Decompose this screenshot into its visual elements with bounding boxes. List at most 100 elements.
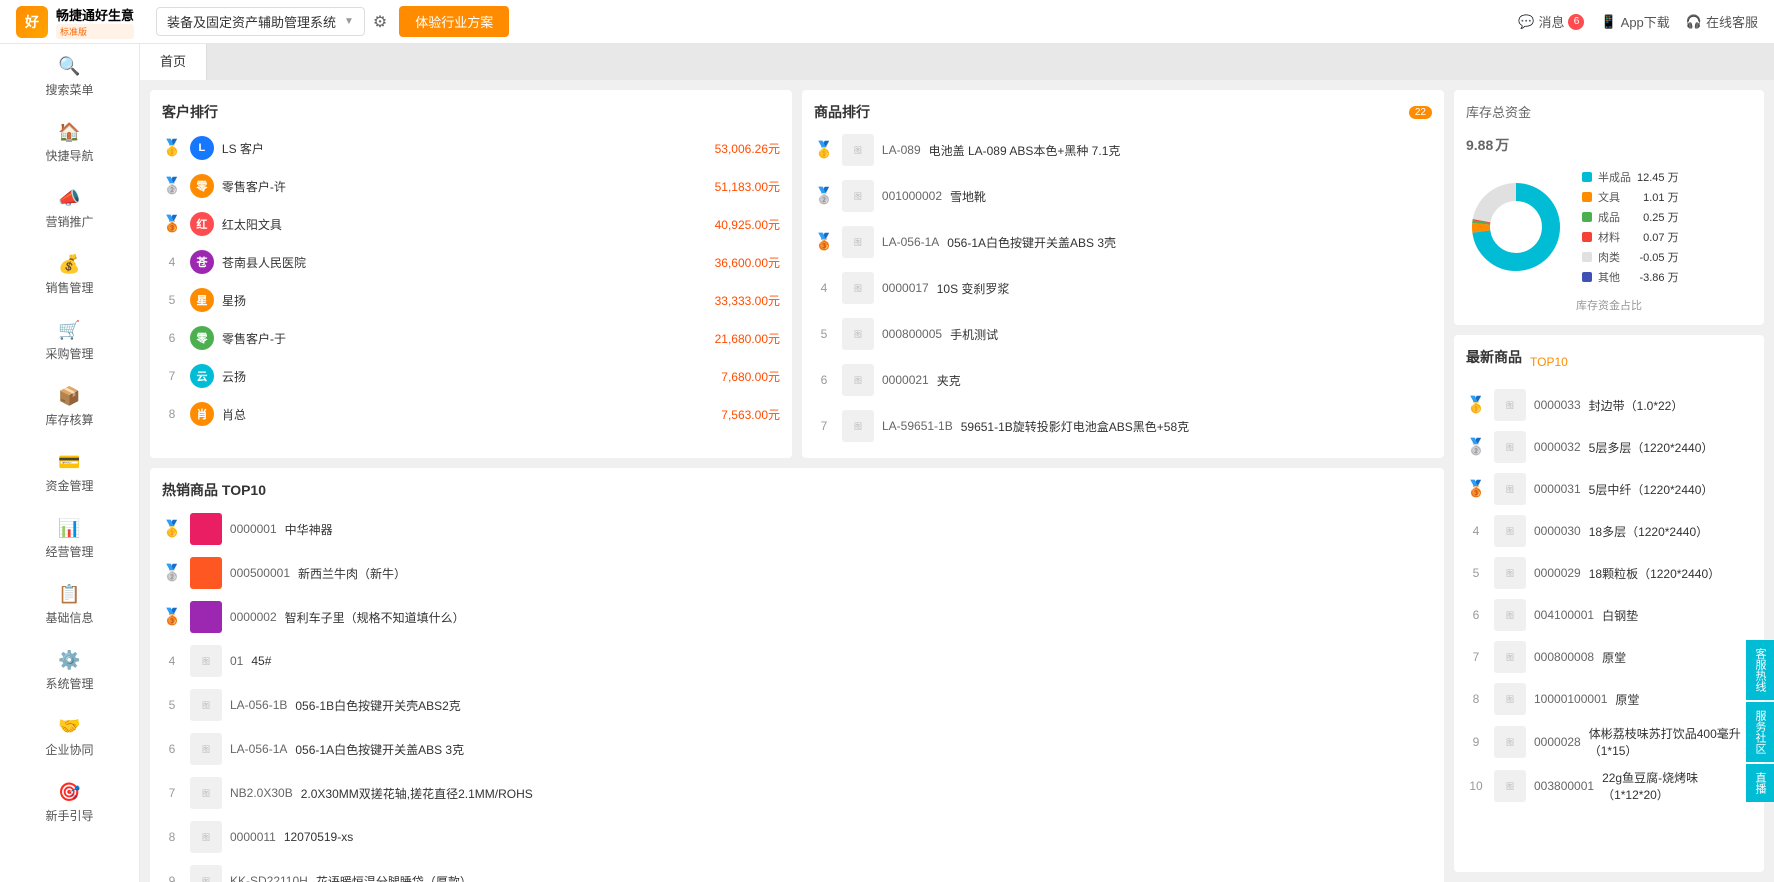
product-name: 原堂	[1615, 691, 1752, 708]
product-name: 10S 变刹罗浆	[937, 280, 1432, 297]
settings-icon[interactable]: ⚙	[373, 12, 387, 32]
product-rank-item: 🥉 图 LA-056-1A 056-1A白色按键开关盖ABS 3壳	[814, 222, 1432, 262]
medal-icon: 🥈	[1466, 437, 1486, 457]
product-thumbnail: 图	[190, 777, 222, 809]
cs-widget: 客服热线 服务社区 直播	[1746, 640, 1774, 802]
sidebar-item-经营管理[interactable]: 📊 经营管理	[0, 506, 139, 572]
customer-avatar: 零	[190, 174, 214, 198]
product-name: 18颗粒板（1220*2440）	[1589, 565, 1752, 582]
new-product-item: 4 图 0000030 18多层（1220*2440）	[1466, 513, 1752, 549]
product-image: 图	[1494, 473, 1526, 505]
product-rank-list: 🥇 图 LA-089 电池盖 LA-089 ABS本色+黑种 7.1克🥈 图 0…	[814, 130, 1432, 446]
sidebar-item-系统管理[interactable]: ⚙️ 系统管理	[0, 638, 139, 704]
product-thumbnail	[190, 557, 222, 589]
inventory-legend: 半成品 12.45 万 文具 1.01 万 成品 0.25 万 材料 0.07 …	[1582, 169, 1679, 285]
sidebar-label: 采购管理	[45, 345, 93, 362]
product-thumbnail: 图	[190, 733, 222, 765]
rank-number: 8	[162, 830, 182, 844]
sidebar-item-快捷导航[interactable]: 🏠 快捷导航	[0, 110, 139, 176]
new-products-panel: 最新商品 TOP10 🥇 图 0000033 封边带（1.0*22）🥈 图 00…	[1454, 335, 1764, 872]
hot-product-item: 7 图 NB2.0X30B 2.0X30MM双搓花轴,搓花直径2.1MM/ROH…	[162, 774, 1432, 812]
new-product-item: 10 图 003800001 22g鱼豆腐-烧烤味（1*12*20）	[1466, 767, 1752, 805]
messages-button[interactable]: 💬 消息 6	[1518, 12, 1584, 31]
customer-avatar: 苍	[190, 250, 214, 274]
product-thumbnail: 图	[190, 821, 222, 853]
product-image: 图	[1494, 389, 1526, 421]
product-code: 0000029	[1534, 566, 1581, 580]
sidebar-item-基础信息[interactable]: 📋 基础信息	[0, 572, 139, 638]
sidebar-icon: 📊	[58, 518, 80, 539]
legend-value: -0.05 万	[1639, 249, 1678, 265]
customer-avatar: L	[190, 136, 214, 160]
mobile-icon: 📱	[1600, 14, 1616, 30]
content-scroll: 客户排行 🥇 L LS 客户 53,006.26元🥈 零 零售客户-许 51,1…	[140, 80, 1774, 882]
rank-number: 4	[162, 654, 182, 668]
headset-icon: 🎧	[1686, 14, 1702, 30]
rank-number: 8	[162, 407, 182, 421]
sidebar-item-库存核算[interactable]: 📦 库存核算	[0, 374, 139, 440]
legend-label: 其他	[1598, 269, 1633, 285]
sidebar-item-企业协同[interactable]: 🤝 企业协同	[0, 704, 139, 770]
legend-color-swatch	[1582, 272, 1592, 282]
rank-number: 6	[162, 742, 182, 756]
product-name: 18多层（1220*2440）	[1589, 523, 1752, 540]
sidebar-icon: 🏠	[58, 122, 80, 143]
sidebar-icon: 🔍	[58, 56, 80, 77]
customer-rank-item: 7 云 云扬 7,680.00元	[162, 360, 780, 392]
customer-amount: 40,925.00元	[715, 216, 780, 233]
system-selector[interactable]: 装备及固定资产辅助管理系统 ▼	[156, 7, 365, 36]
sidebar-item-新手引导[interactable]: 🎯 新手引导	[0, 770, 139, 836]
sidebar-item-资金管理[interactable]: 💳 资金管理	[0, 440, 139, 506]
customer-avatar: 红	[190, 212, 214, 236]
rank-number: 6	[162, 331, 182, 345]
app-download-button[interactable]: 📱 App下载	[1600, 12, 1669, 31]
product-rank-item: 🥈 图 001000002 雪地靴	[814, 176, 1432, 216]
product-rank-item: 4 图 0000017 10S 变刹罗浆	[814, 268, 1432, 308]
medal-icon: 🥇	[1466, 395, 1486, 415]
product-code: KK-SD22110H	[230, 874, 308, 882]
new-products-title: 最新商品	[1466, 347, 1522, 367]
inventory-subtitle: 库存资金占比	[1466, 297, 1752, 313]
product-thumbnail: 图	[190, 865, 222, 882]
product-image: 图	[1494, 726, 1526, 758]
product-image: 图	[1494, 770, 1526, 802]
legend-label: 成品	[1598, 209, 1637, 225]
rank-number: 7	[162, 369, 182, 383]
cs-live-button[interactable]: 直播	[1746, 764, 1774, 802]
product-rank-panel: 商品排行 22 🥇 图 LA-089 电池盖 LA-089 ABS本色+黑种 7…	[802, 90, 1444, 458]
sidebar-item-销售管理[interactable]: 💰 销售管理	[0, 242, 139, 308]
middle-content: 客户排行 🥇 L LS 客户 53,006.26元🥈 零 零售客户-许 51,1…	[140, 80, 1454, 882]
online-service-button[interactable]: 🎧 在线客服	[1686, 12, 1758, 31]
hot-product-item: 9 图 KK-SD22110H 花语暖恒温分腿睡袋（厚款）	[162, 862, 1432, 882]
customer-rank-item: 🥉 红 红太阳文具 40,925.00元	[162, 208, 780, 240]
sidebar-item-搜索菜单[interactable]: 🔍 搜索菜单	[0, 44, 139, 110]
medal-icon: 🥉	[162, 607, 182, 627]
product-name: 电池盖 LA-089 ABS本色+黑种 7.1克	[929, 142, 1432, 159]
page-tabs: 首页	[140, 44, 1774, 80]
sidebar-item-采购管理[interactable]: 🛒 采购管理	[0, 308, 139, 374]
customer-name: 肖总	[222, 406, 713, 423]
sidebar-label: 企业协同	[45, 741, 93, 758]
customer-avatar: 肖	[190, 402, 214, 426]
sidebar-label: 基础信息	[45, 609, 93, 626]
sidebar-item-营销推广[interactable]: 📣 营销推广	[0, 176, 139, 242]
logo-text: 畅捷通好生意 标准版	[56, 5, 134, 39]
right-panel: 库存总资金 9.88万	[1454, 80, 1774, 882]
new-product-item: 🥈 图 0000032 5层多层（1220*2440）	[1466, 429, 1752, 465]
sidebar-label: 销售管理	[45, 279, 93, 296]
tab-home[interactable]: 首页	[140, 44, 207, 80]
cs-hotline-button[interactable]: 客服热线	[1746, 640, 1774, 700]
product-name: 原堂	[1602, 649, 1752, 666]
legend-color-swatch	[1582, 212, 1592, 222]
customer-rank-item: 4 苍 苍南县人民医院 36,600.00元	[162, 246, 780, 278]
cs-community-button[interactable]: 服务社区	[1746, 702, 1774, 762]
product-rank-header: 商品排行 22	[814, 102, 1432, 122]
rank-number: 7	[162, 786, 182, 800]
legend-color-swatch	[1582, 252, 1592, 262]
trial-button[interactable]: 体验行业方案	[399, 6, 509, 37]
sidebar-label: 系统管理	[45, 675, 93, 692]
rank-number: 10	[1466, 779, 1486, 793]
rank-number: 6	[1466, 608, 1486, 622]
sidebar-label: 新手引导	[45, 807, 93, 824]
product-code: 003800001	[1534, 779, 1594, 793]
